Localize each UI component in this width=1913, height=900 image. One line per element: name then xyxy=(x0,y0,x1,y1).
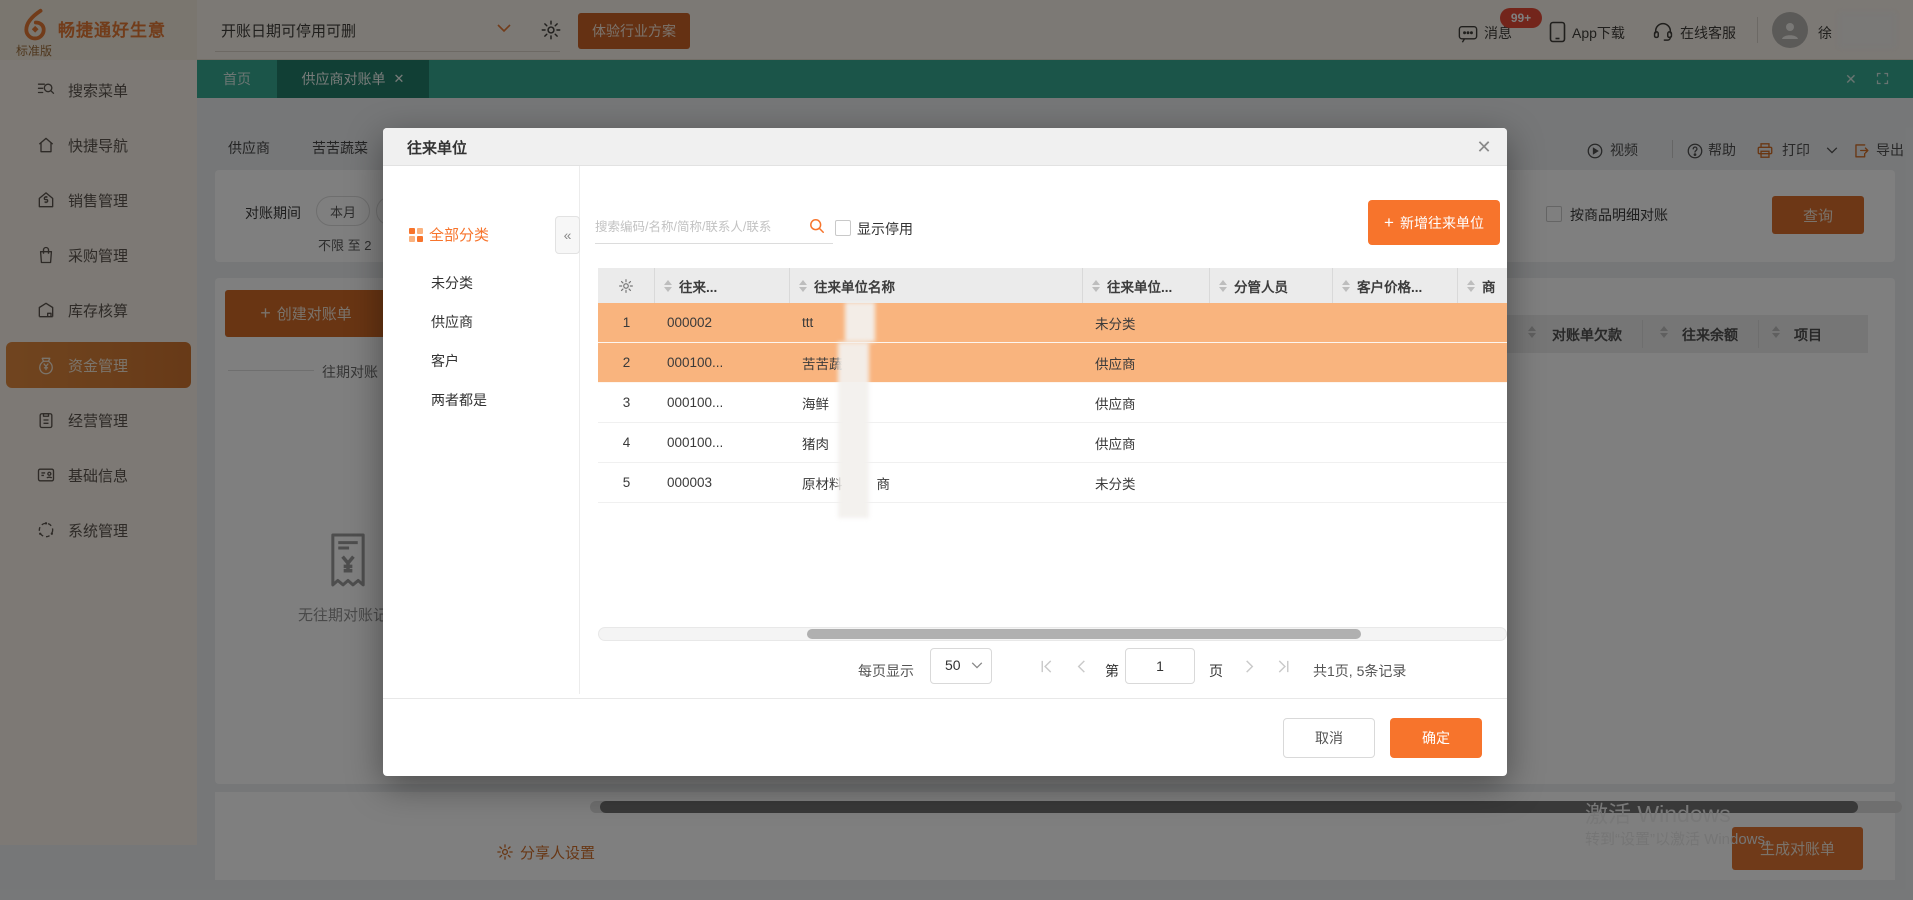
cell-name: 原材料商 xyxy=(802,476,890,492)
show-disabled-checkbox[interactable] xyxy=(835,220,851,236)
header-code[interactable]: 往来... xyxy=(655,268,790,303)
table-scrollbar-thumb[interactable] xyxy=(807,629,1361,639)
last-page-icon[interactable] xyxy=(1275,658,1292,675)
page-number-input[interactable] xyxy=(1125,648,1195,684)
categories-icon xyxy=(409,228,423,242)
table-row[interactable]: 4 000100... 猪肉 供应商 xyxy=(598,423,1507,463)
close-icon[interactable]: ✕ xyxy=(1471,134,1497,160)
name-redaction xyxy=(845,302,875,342)
per-page-select[interactable]: 50 xyxy=(930,648,992,684)
cell-name: 猪肉 xyxy=(802,436,829,452)
category-item-customer[interactable]: 客户 xyxy=(431,347,459,375)
plus-icon: + xyxy=(1384,212,1394,232)
header-goods[interactable]: 商 xyxy=(1458,268,1507,303)
category-item-unclassified[interactable]: 未分类 xyxy=(431,269,473,297)
table-row[interactable]: 3 000100... 海鲜 供应商 xyxy=(598,383,1507,423)
header-price-level[interactable]: 客户价格... xyxy=(1333,268,1458,303)
search-input[interactable] xyxy=(595,210,833,244)
cancel-button[interactable]: 取消 xyxy=(1283,718,1375,758)
header-manager[interactable]: 分管人员 xyxy=(1210,268,1333,303)
column-settings-gear-icon[interactable] xyxy=(598,268,655,303)
table-row[interactable]: 1 000002 ttt 未分类 xyxy=(598,303,1507,343)
page-suffix: 页 xyxy=(1209,663,1223,679)
first-page-icon[interactable] xyxy=(1038,658,1055,675)
header-name[interactable]: 往来单位名称 xyxy=(790,268,1083,303)
category-item-both[interactable]: 两者都是 xyxy=(431,386,487,414)
contacts-dialog: 往来单位 ✕ « 全部分类 未分类 供应商 客户 两者都是 显示停用 + 新增往… xyxy=(383,128,1507,776)
page-prefix: 第 xyxy=(1105,663,1119,679)
categories-title: 全部分类 xyxy=(429,227,490,244)
add-contact-button[interactable]: + 新增往来单位 xyxy=(1368,200,1500,245)
table-row[interactable]: 5 000003 原材料商 未分类 xyxy=(598,463,1507,503)
table-row[interactable]: 2 000100... 苦苦蔬 供应商 xyxy=(598,343,1507,383)
table-header-row: 往来... 往来单位名称 往来单位... 分管人员 客户价格... 商 xyxy=(598,268,1507,303)
chevron-down-icon xyxy=(971,662,983,670)
show-disabled-label[interactable]: 显示停用 xyxy=(857,219,913,239)
pagination-total: 共1页, 5条记录 xyxy=(1313,663,1407,679)
cell-name: ttt xyxy=(802,315,814,330)
add-contact-label: 新增往来单位 xyxy=(1399,214,1484,231)
collapse-panel-button[interactable]: « xyxy=(555,216,580,254)
app-window: 畅捷通好生意 标准版 开账日期可停用可删 体验行业方案 xyxy=(0,0,1913,900)
cell-name: 海鲜 xyxy=(802,396,829,412)
cell-name: 苦苦蔬 xyxy=(802,356,843,372)
name-redaction xyxy=(838,342,869,518)
per-page-value: 50 xyxy=(945,657,961,673)
next-page-icon[interactable] xyxy=(1241,658,1258,675)
header-type[interactable]: 往来单位... xyxy=(1083,268,1210,303)
dialog-title: 往来单位 xyxy=(407,140,468,157)
per-page-label: 每页显示 xyxy=(858,663,914,679)
dialog-header: 往来单位 ✕ xyxy=(383,128,1507,166)
prev-page-icon[interactable] xyxy=(1073,658,1090,675)
category-item-supplier[interactable]: 供应商 xyxy=(431,308,473,336)
table-horizontal-scrollbar[interactable] xyxy=(598,627,1507,641)
confirm-button[interactable]: 确定 xyxy=(1390,718,1482,758)
search-icon[interactable] xyxy=(807,216,826,235)
dialog-footer-divider xyxy=(383,698,1507,699)
